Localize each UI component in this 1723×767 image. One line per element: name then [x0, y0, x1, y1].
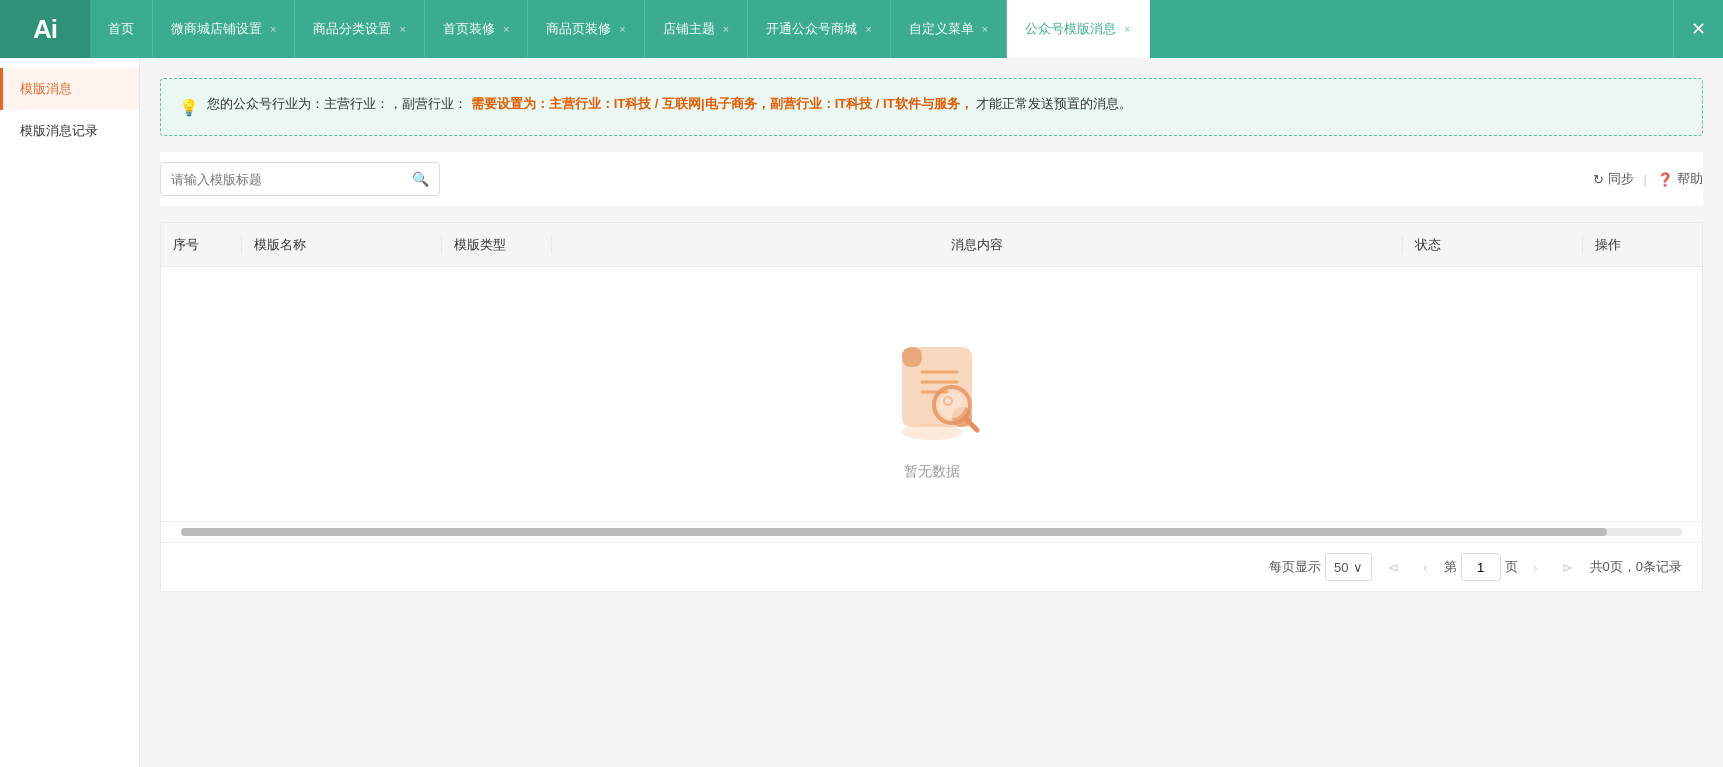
tab-close-product-decor[interactable]: × [619, 24, 625, 35]
tab-label-category: 商品分类设置 [313, 20, 391, 38]
prev-page-button[interactable]: ‹ [1412, 553, 1440, 581]
scrollbar-track [181, 528, 1682, 536]
bulb-icon: 💡 [179, 94, 199, 121]
tab-label-product-decor: 商品页装修 [546, 20, 611, 38]
search-icon[interactable]: 🔍 [412, 171, 429, 187]
sidebar-item-template-log[interactable]: 模版消息记录 [0, 110, 139, 152]
tab-label-open-mall: 开通公众号商城 [766, 20, 857, 38]
content-area: 💡 您的公众号行业为：主营行业：，副营行业： 需要设置为：主营行业：IT科技 /… [140, 58, 1723, 767]
sync-button[interactable]: ↻ 同步 [1593, 170, 1634, 188]
notice-highlight: 需要设置为：主营行业：IT科技 / 互联网|电子商务，副营行业：IT科技 / I… [471, 96, 973, 111]
search-box[interactable]: 🔍 [160, 162, 440, 196]
close-all-button[interactable]: ✕ [1673, 0, 1723, 58]
table-header: 序号 模版名称 模版类型 消息内容 状态 操作 [161, 223, 1702, 267]
help-label: 帮助 [1677, 170, 1703, 188]
empty-state: 暂无数据 [161, 267, 1702, 521]
tab-label-theme: 店铺主题 [663, 20, 715, 38]
tab-close-category[interactable]: × [399, 24, 405, 35]
help-icon: ❓ [1657, 172, 1673, 187]
tab-open-mall[interactable]: 开通公众号商城 × [748, 0, 890, 58]
col-type: 模版类型 [441, 236, 551, 254]
pagination: 每页显示 50 ∨ ⊲ ‹ 第 页 › ⊳ 共0页，0条记录 [161, 542, 1702, 591]
page-size-dropdown[interactable]: 50 ∨ [1325, 553, 1371, 581]
tab-close-store[interactable]: × [270, 24, 276, 35]
empty-text: 暂无数据 [904, 463, 960, 481]
page-buttons: ⊲ ‹ 第 页 › ⊳ [1380, 553, 1582, 581]
scrollbar-thumb[interactable] [181, 528, 1607, 536]
last-page-button[interactable]: ⊳ [1554, 553, 1582, 581]
page-number-input[interactable] [1461, 553, 1501, 581]
next-page-button[interactable]: › [1522, 553, 1550, 581]
page-size-value: 50 [1334, 560, 1348, 575]
toolbar-row: 🔍 ↻ 同步 | ❓ 帮助 [160, 152, 1703, 206]
tab-label-custom-menu: 自定义菜单 [909, 20, 974, 38]
page-label-first: 第 [1444, 558, 1457, 576]
col-name: 模版名称 [241, 236, 441, 254]
page-size-select: 每页显示 50 ∨ [1269, 553, 1371, 581]
tab-label-home-decor: 首页装修 [443, 20, 495, 38]
tab-store-settings[interactable]: 微商城店铺设置 × [153, 0, 295, 58]
data-table: 序号 模版名称 模版类型 消息内容 状态 操作 [160, 222, 1703, 592]
tab-close-template-msg[interactable]: × [1124, 24, 1130, 35]
page-size-label: 每页显示 [1269, 558, 1321, 576]
tab-category[interactable]: 商品分类设置 × [295, 0, 424, 58]
tab-product-decor[interactable]: 商品页装修 × [528, 0, 644, 58]
tab-close-open-mall[interactable]: × [865, 24, 871, 35]
tab-close-custom-menu[interactable]: × [982, 24, 988, 35]
sync-label: 同步 [1608, 170, 1634, 188]
main-layout: 模版消息 模版消息记录 💡 您的公众号行业为：主营行业：，副营行业： 需要设置为… [0, 58, 1723, 767]
col-seq: 序号 [161, 236, 241, 254]
scrollbar-area[interactable] [161, 521, 1702, 542]
col-content: 消息内容 [551, 236, 1402, 254]
chevron-down-icon: ∨ [1353, 560, 1363, 575]
tab-label-store: 微商城店铺设置 [171, 20, 262, 38]
tab-custom-menu[interactable]: 自定义菜单 × [891, 0, 1007, 58]
notice-box: 💡 您的公众号行业为：主营行业：，副营行业： 需要设置为：主营行业：IT科技 /… [160, 78, 1703, 136]
refresh-icon: ↻ [1593, 172, 1604, 187]
sidebar-item-template-msg[interactable]: 模版消息 [0, 68, 139, 110]
top-nav: Ai 首页 微商城店铺设置 × 商品分类设置 × 首页装修 × 商品页装修 × … [0, 0, 1723, 58]
tab-template-msg[interactable]: 公众号模版消息 × [1007, 0, 1149, 58]
tab-home-decor[interactable]: 首页装修 × [425, 0, 528, 58]
first-page-button[interactable]: ⊲ [1380, 553, 1408, 581]
col-action: 操作 [1582, 236, 1702, 254]
search-input[interactable] [171, 172, 412, 187]
notice-text: 您的公众号行业为：主营行业：，副营行业： 需要设置为：主营行业：IT科技 / 互… [207, 93, 1132, 115]
toolbar-right: ↻ 同步 | ❓ 帮助 [1593, 170, 1703, 188]
tab-theme[interactable]: 店铺主题 × [645, 0, 748, 58]
nav-tabs: 首页 微商城店铺设置 × 商品分类设置 × 首页装修 × 商品页装修 × 店铺主… [90, 0, 1673, 58]
total-info: 共0页，0条记录 [1590, 558, 1682, 576]
col-status: 状态 [1402, 236, 1582, 254]
divider: | [1644, 172, 1647, 187]
tab-label-template-msg: 公众号模版消息 [1025, 20, 1116, 38]
help-button[interactable]: ❓ 帮助 [1657, 170, 1703, 188]
tab-close-home-decor[interactable]: × [503, 24, 509, 35]
page-unit: 页 [1505, 558, 1518, 576]
svg-point-5 [939, 392, 965, 418]
empty-illustration [872, 327, 992, 447]
tab-home[interactable]: 首页 [90, 0, 153, 58]
brand-logo: Ai [0, 0, 90, 58]
tab-label-home: 首页 [108, 20, 134, 38]
tab-close-theme[interactable]: × [723, 24, 729, 35]
sidebar: 模版消息 模版消息记录 [0, 58, 140, 767]
